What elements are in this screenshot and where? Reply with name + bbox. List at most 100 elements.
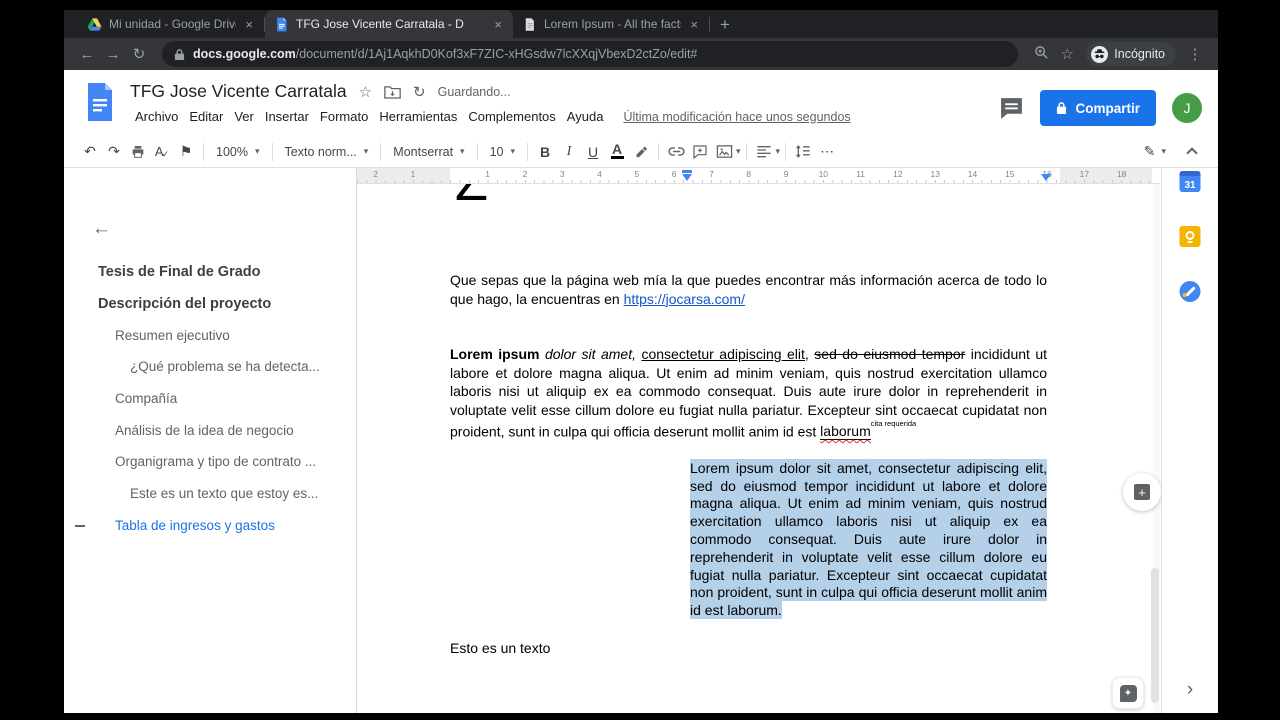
font-size-select[interactable]: 10 ▾ [483, 145, 522, 159]
menu-herramientas[interactable]: Herramientas [374, 107, 462, 126]
outline-item[interactable]: Tesis de Final de Grado [64, 256, 350, 288]
tab-title: Lorem Ipsum - All the facts - L [544, 17, 681, 31]
jocarsa-link[interactable]: https://jocarsa.com/ [624, 291, 745, 307]
menu-insertar[interactable]: Insertar [260, 107, 314, 126]
tab-lorem-ipsum[interactable]: Lorem Ipsum - All the facts - L × [513, 10, 709, 38]
menu-formato[interactable]: Formato [315, 107, 373, 126]
underline-button[interactable]: U [581, 140, 605, 164]
docs-header: TFG Jose Vicente Carratala ☆ ↻ Guardando… [64, 70, 1218, 136]
outline-item[interactable]: Organigrama y tipo de contrato ... [64, 446, 350, 478]
insert-link-icon[interactable] [664, 140, 688, 164]
add-comment-button[interactable]: + [1123, 473, 1161, 511]
expand-panel-icon[interactable]: › [1187, 679, 1193, 701]
zoom-icon[interactable] [1028, 45, 1054, 64]
chevron-down-icon[interactable]: ▾ [736, 146, 741, 157]
toolbar-divider [527, 142, 529, 161]
menu-dots-icon[interactable]: ⋮ [1182, 45, 1208, 63]
lorem-paragraph[interactable]: Lorem ipsum dolor sit amet, consectetur … [450, 345, 1047, 441]
document-title[interactable]: TFG Jose Vicente Carratala [130, 81, 347, 102]
menu-complementos[interactable]: Complementos [463, 107, 560, 126]
underlined-text: consectetur adipiscing elit [641, 346, 805, 363]
outline-item[interactable]: ¿Qué problema se ha detecta... [64, 351, 350, 383]
insert-image-icon[interactable] [712, 140, 736, 164]
font-select[interactable]: Montserrat ▾ [386, 145, 471, 159]
calendar-icon[interactable]: 31 [1179, 171, 1201, 192]
tasks-icon[interactable] [1179, 281, 1201, 302]
bold-button[interactable]: B [533, 140, 557, 164]
line-spacing-icon[interactable] [791, 140, 815, 164]
bookmark-star-icon[interactable]: ☆ [1054, 45, 1080, 63]
chevron-down-icon[interactable]: ▾ [776, 146, 781, 157]
paint-format-icon[interactable]: ⚑ [174, 140, 198, 164]
outline-item-label: Tesis de Final de Grado [98, 263, 261, 280]
horizontal-ruler[interactable]: 2 1 1 2 3 4 5 6 7 8 9 10 11 12 13 14 15 … [357, 168, 1160, 184]
docs-logo[interactable] [86, 83, 114, 121]
last-modified-link[interactable]: Última modificación hace unos segundos [623, 110, 850, 124]
text-color-button[interactable]: A [605, 140, 629, 164]
intro-paragraph[interactable]: Que sepas que la página web mía la que p… [450, 271, 1047, 308]
keep-icon[interactable] [1179, 226, 1201, 247]
outline-item[interactable]: Descripción del proyecto [64, 288, 350, 320]
document-page[interactable]: Z Que sepas que la página web mía la que… [358, 184, 1153, 713]
italic-button[interactable]: I [557, 140, 581, 164]
undo-icon[interactable]: ↶ [78, 140, 102, 164]
zoom-select[interactable]: 100% ▾ [209, 145, 267, 159]
menu-archivo[interactable]: Archivo [130, 107, 183, 126]
url-bar[interactable]: docs.google.com/document/d/1Aj1AqkhD0Kof… [162, 41, 1019, 67]
print-icon[interactable] [126, 140, 150, 164]
menu-bar: Archivo Editar Ver Insertar Formato Herr… [130, 107, 999, 126]
menu-ayuda[interactable]: Ayuda [562, 107, 609, 126]
outline-item[interactable]: Compañía [64, 383, 350, 415]
comments-icon[interactable] [999, 97, 1024, 120]
spellcheck-icon[interactable]: A ✓ [150, 140, 174, 164]
toolbar-divider [271, 142, 273, 161]
align-icon[interactable] [752, 140, 776, 164]
close-icon[interactable]: × [688, 17, 700, 32]
move-folder-icon[interactable] [384, 85, 401, 99]
more-options-icon[interactable]: ⋯ [815, 140, 839, 164]
menu-editar[interactable]: Editar [184, 107, 228, 126]
docs-icon [277, 17, 287, 31]
plain-text: , [804, 346, 815, 363]
close-outline-icon[interactable]: ← [92, 218, 111, 240]
ruler-number: 1 [485, 169, 491, 179]
chevron-down-icon[interactable]: ▾ [1161, 146, 1166, 157]
page-icon [525, 17, 534, 31]
close-icon[interactable]: × [492, 17, 504, 32]
chevron-down-icon: ▾ [363, 146, 369, 156]
star-icon[interactable]: ☆ [359, 83, 372, 101]
outline-item-label: Análisis de la idea de negocio [115, 422, 294, 438]
first-line-indent-marker[interactable] [682, 170, 692, 173]
forward-icon[interactable]: → [100, 46, 126, 63]
explore-button[interactable]: ✦ [1112, 677, 1144, 709]
vertical-scrollbar[interactable] [1151, 568, 1159, 703]
indented-paragraph[interactable]: Lorem ipsum dolor sit amet, consectetur … [690, 458, 1047, 620]
outline-item-active[interactable]: Tabla de ingresos y gastos [64, 510, 350, 542]
ruler-number: 1 [410, 169, 416, 179]
outline-item[interactable]: Análisis de la idea de negocio [64, 414, 350, 446]
account-avatar[interactable]: J [1172, 93, 1202, 123]
close-icon[interactable]: × [243, 17, 255, 32]
redo-icon[interactable]: ↷ [102, 140, 126, 164]
highlight-icon[interactable] [629, 140, 653, 164]
sync-icon: ↻ [413, 83, 426, 101]
back-icon[interactable]: ← [74, 46, 100, 63]
paragraph-style-select[interactable]: Texto norm... ▾ [278, 145, 376, 159]
right-indent-marker[interactable] [1041, 174, 1051, 183]
outline-item-label: Este es un texto que estoy es... [130, 486, 319, 502]
outline-item[interactable]: Este es un texto que estoy es... [64, 478, 350, 510]
left-indent-marker[interactable] [682, 174, 692, 183]
collapse-toolbar-icon[interactable] [1180, 140, 1204, 164]
menu-ver[interactable]: Ver [229, 107, 259, 126]
editing-mode-icon[interactable]: ✎ [1137, 140, 1161, 164]
add-comment-icon[interactable] [688, 140, 712, 164]
tab-google-drive[interactable]: Mi unidad - Google Drive × [78, 10, 264, 38]
new-tab-button[interactable]: + [720, 15, 730, 35]
browser-window: Mi unidad - Google Drive × TFG Jose Vice… [64, 10, 1218, 713]
closing-paragraph[interactable]: Esto es un texto [450, 640, 1047, 656]
reload-icon[interactable]: ↻ [126, 45, 152, 63]
tab-docs-active[interactable]: TFG Jose Vicente Carratala - D × [265, 10, 513, 38]
outline-item[interactable]: Resumen ejecutivo [64, 319, 350, 351]
ruler-number: 15 [1005, 169, 1015, 179]
share-button[interactable]: Compartir [1040, 90, 1156, 126]
